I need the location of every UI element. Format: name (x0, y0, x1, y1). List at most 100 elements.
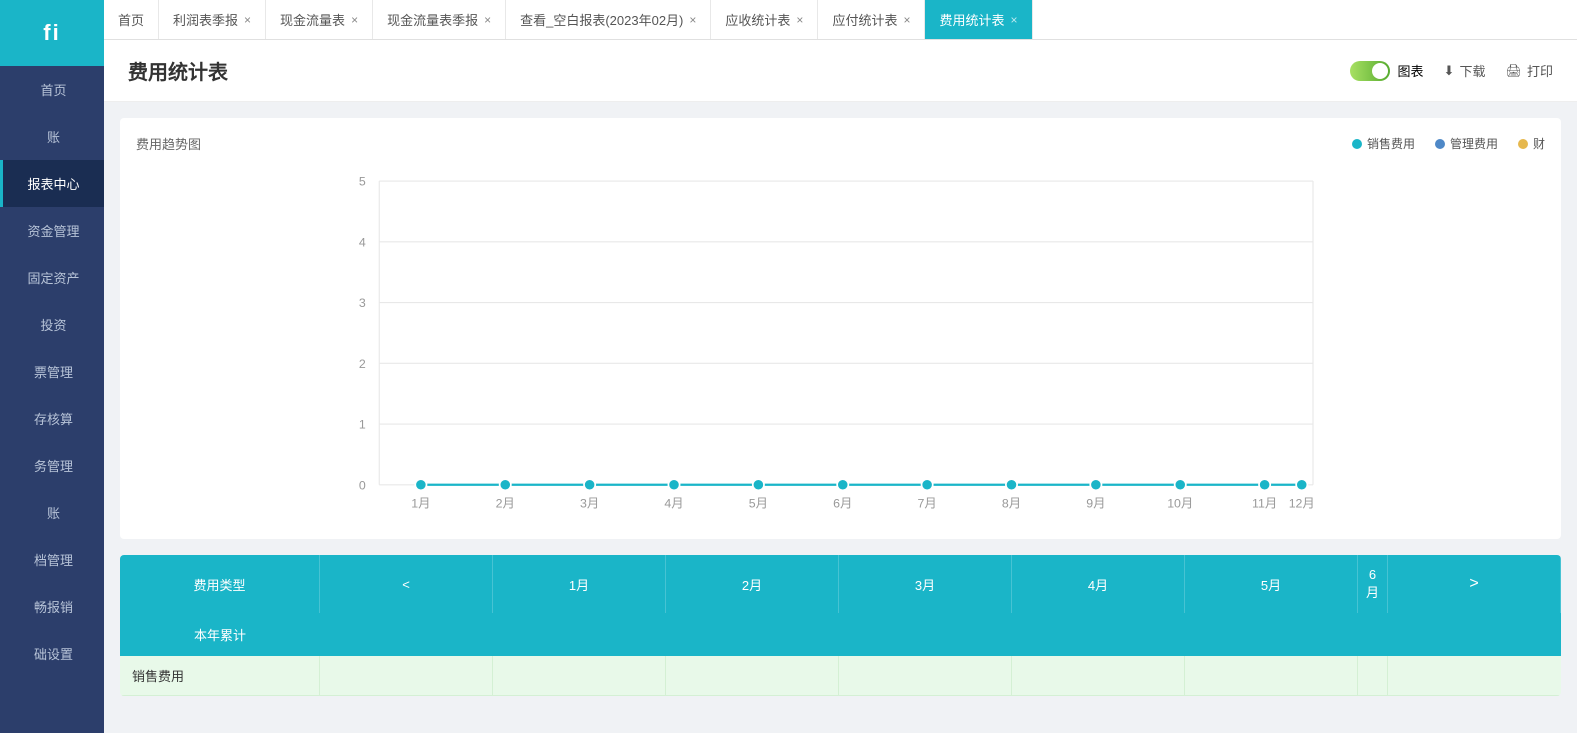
sidebar-item-fund[interactable]: 资金管理 (0, 207, 104, 254)
chart-toggle-wrap: 图表 (1350, 61, 1424, 81)
svg-text:10月: 10月 (1167, 496, 1193, 510)
td-m6 (1185, 656, 1358, 695)
svg-text:3月: 3月 (580, 496, 599, 510)
sidebar-item-inventory[interactable]: 存核算 (0, 395, 104, 442)
th-month-3: 3月 (839, 555, 1012, 613)
legend-admin-dot (1435, 139, 1445, 149)
chart-toggle[interactable] (1350, 61, 1390, 81)
legend-finance-dot (1518, 139, 1528, 149)
tab-cashflow-q-close[interactable]: × (484, 13, 491, 27)
sidebar-item-invest[interactable]: 投资 (0, 301, 104, 348)
td-total (1388, 656, 1561, 695)
th-month-5: 5月 (1185, 555, 1358, 613)
legend-finance-label: 财 (1533, 135, 1545, 152)
tab-payable-close[interactable]: × (903, 13, 910, 27)
tab-receivable[interactable]: 应收统计表 × (711, 0, 818, 39)
download-button[interactable]: ⬇ 下载 (1444, 61, 1486, 80)
data-table-section: 费用类型 < 1月 2月 3月 4月 5月 6月 > 本年累计 销售费用 (120, 555, 1561, 696)
chart-svg: 5 4 3 2 1 0 (136, 163, 1545, 523)
chart-title: 费用趋势图 (136, 134, 201, 153)
sidebar-item-tickets[interactable]: 票管理 (0, 348, 104, 395)
svg-text:1: 1 (359, 418, 366, 432)
main-area: 首页 利润表季报 × 现金流量表 × 现金流量表季报 × 查看_空白报表(202… (104, 0, 1577, 733)
legend-sales-dot (1352, 139, 1362, 149)
chart-section: 费用趋势图 销售费用 管理费用 财 (120, 118, 1561, 539)
download-label: 下载 (1459, 61, 1485, 80)
svg-text:9月: 9月 (1086, 496, 1105, 510)
tab-profit[interactable]: 利润表季报 × (159, 0, 266, 39)
svg-text:5月: 5月 (749, 496, 768, 510)
tab-expense-close[interactable]: × (1010, 13, 1017, 27)
sidebar-item-account[interactable]: 账 (0, 113, 104, 160)
th-month-6: 6月 (1358, 555, 1388, 613)
th-month-2: 2月 (666, 555, 839, 613)
page-content: 费用统计表 图表 ⬇ 下载 🖨 打印 费用趋势图 (104, 40, 1577, 733)
tab-blank[interactable]: 查看_空白报表(2023年02月) × (506, 0, 711, 39)
sidebar-item-reports[interactable]: 报表中心 (0, 160, 104, 207)
legend-sales-label: 销售费用 (1367, 135, 1415, 152)
th-month-1: 1月 (493, 555, 666, 613)
svg-text:1月: 1月 (411, 496, 430, 510)
table-header-row: 费用类型 < 1月 2月 3月 4月 5月 6月 > 本年累计 (120, 555, 1561, 656)
svg-text:12月: 12月 (1289, 496, 1315, 510)
legend-admin-label: 管理费用 (1450, 135, 1498, 152)
tab-bar: 首页 利润表季报 × 现金流量表 × 现金流量表季报 × 查看_空白报表(202… (104, 0, 1577, 40)
tab-blank-close[interactable]: × (689, 13, 696, 27)
td-m3 (666, 656, 839, 695)
svg-text:11月: 11月 (1252, 496, 1277, 510)
print-icon: 🖨 (1505, 63, 1522, 79)
svg-text:8月: 8月 (1002, 496, 1021, 510)
legend-sales: 销售费用 (1352, 135, 1415, 152)
sidebar-item-service[interactable]: 务管理 (0, 442, 104, 489)
table-row: 销售费用 (120, 656, 1561, 696)
tab-cashflow-close[interactable]: × (351, 13, 358, 27)
th-total: 本年累计 (120, 613, 320, 656)
tab-payable[interactable]: 应付统计表 × (818, 0, 925, 39)
tab-cashflow[interactable]: 现金流量表 × (266, 0, 373, 39)
tab-expense[interactable]: 费用统计表 × (925, 0, 1032, 39)
th-prev-nav[interactable]: < (320, 555, 493, 613)
th-month-4: 4月 (1012, 555, 1185, 613)
svg-text:2月: 2月 (496, 496, 515, 510)
download-icon: ⬇ (1444, 63, 1455, 79)
svg-text:3: 3 (359, 296, 366, 310)
sidebar: fi 首页 账 报表中心 资金管理 固定资产 投资 票管理 存核算 务管理 账 … (0, 0, 104, 733)
sidebar-item-home[interactable]: 首页 (0, 66, 104, 113)
svg-text:7月: 7月 (918, 496, 937, 510)
legend-finance: 财 (1518, 135, 1545, 152)
page-actions: 图表 ⬇ 下载 🖨 打印 (1350, 61, 1553, 81)
svg-text:5: 5 (359, 175, 366, 189)
chart-legend: 销售费用 管理费用 财 (1352, 135, 1545, 152)
svg-text:4: 4 (359, 235, 366, 249)
print-button[interactable]: 🖨 打印 (1505, 61, 1553, 80)
print-label: 打印 (1527, 61, 1553, 80)
th-next-nav[interactable]: > (1388, 555, 1561, 613)
tab-profit-close[interactable]: × (244, 13, 251, 27)
td-m4 (839, 656, 1012, 695)
svg-text:6月: 6月 (833, 496, 852, 510)
chart-header: 费用趋势图 销售费用 管理费用 财 (136, 134, 1545, 153)
sidebar-item-ledger[interactable]: 账 (0, 489, 104, 536)
sidebar-item-assets[interactable]: 固定资产 (0, 254, 104, 301)
chart-container: 5 4 3 2 1 0 (136, 163, 1545, 523)
sidebar-item-settings[interactable]: 础设置 (0, 630, 104, 677)
sidebar-item-expense[interactable]: 畅报销 (0, 583, 104, 630)
svg-text:2: 2 (359, 357, 366, 371)
chart-toggle-label: 图表 (1398, 61, 1424, 80)
td-m5 (1012, 656, 1185, 695)
page-title: 费用统计表 (128, 56, 228, 85)
td-m2 (493, 656, 666, 695)
sidebar-item-files[interactable]: 档管理 (0, 536, 104, 583)
legend-admin: 管理费用 (1435, 135, 1498, 152)
svg-text:0: 0 (359, 478, 366, 492)
th-type: 费用类型 (120, 555, 320, 613)
tab-cashflow-q[interactable]: 现金流量表季报 × (373, 0, 506, 39)
td-m1 (320, 656, 493, 695)
svg-text:4月: 4月 (664, 496, 683, 510)
td-type-label: 销售费用 (120, 656, 320, 695)
td-nav-spacer (1358, 656, 1388, 695)
tab-receivable-close[interactable]: × (796, 13, 803, 27)
page-header: 费用统计表 图表 ⬇ 下载 🖨 打印 (104, 40, 1577, 102)
sidebar-logo: fi (0, 0, 104, 66)
tab-home[interactable]: 首页 (104, 0, 159, 39)
